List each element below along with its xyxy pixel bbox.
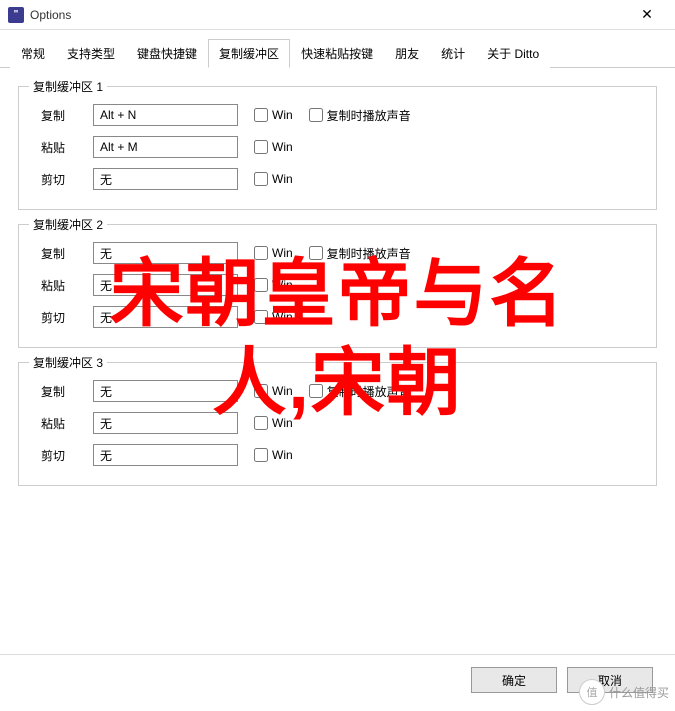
cut-win-checkbox[interactable]: Win (254, 310, 293, 324)
paste-label: 粘贴 (33, 139, 93, 156)
cut-input[interactable] (93, 306, 238, 328)
buffer-group-1: 复制缓冲区 1 复制 Win 复制时播放声音 粘贴 Win 剪切 Win (18, 86, 657, 210)
tab-shortcuts[interactable]: 键盘快捷键 (126, 39, 208, 68)
cut-win-checkbox[interactable]: Win (254, 172, 293, 186)
cut-input[interactable] (93, 444, 238, 466)
group-legend: 复制缓冲区 3 (29, 354, 107, 371)
paste-input[interactable] (93, 136, 238, 158)
tab-panel: 复制缓冲区 1 复制 Win 复制时播放声音 粘贴 Win 剪切 Win 复制缓… (0, 68, 675, 486)
group-legend: 复制缓冲区 2 (29, 216, 107, 233)
tab-about[interactable]: 关于 Ditto (476, 39, 550, 68)
tab-copy-buffer[interactable]: 复制缓冲区 (208, 39, 290, 68)
close-button[interactable]: ✕ (627, 0, 667, 30)
cut-row: 剪切 Win (33, 163, 642, 195)
copy-label: 复制 (33, 383, 93, 400)
cut-row: 剪切 Win (33, 439, 642, 471)
tab-quick-paste[interactable]: 快速粘贴按键 (290, 39, 384, 68)
copy-input[interactable] (93, 380, 238, 402)
watermark: 值 什么值得买 (579, 679, 669, 705)
cut-input[interactable] (93, 168, 238, 190)
paste-row: 粘贴 Win (33, 407, 642, 439)
close-icon: ✕ (641, 6, 653, 23)
tab-stats[interactable]: 统计 (430, 39, 476, 68)
cut-win-checkbox[interactable]: Win (254, 448, 293, 462)
paste-win-checkbox[interactable]: Win (254, 278, 293, 292)
buffer-group-3: 复制缓冲区 3 复制 Win 复制时播放声音 粘贴 Win 剪切 Win (18, 362, 657, 486)
paste-label: 粘贴 (33, 415, 93, 432)
cut-row: 剪切 Win (33, 301, 642, 333)
button-bar: 确定 取消 (0, 654, 675, 693)
watermark-badge: 值 (579, 679, 605, 705)
paste-row: 粘贴 Win (33, 131, 642, 163)
copy-win-checkbox[interactable]: Win (254, 108, 293, 122)
copy-row: 复制 Win 复制时播放声音 (33, 375, 642, 407)
tab-types[interactable]: 支持类型 (56, 39, 126, 68)
buffer-group-2: 复制缓冲区 2 复制 Win 复制时播放声音 粘贴 Win 剪切 Win (18, 224, 657, 348)
copy-sound-checkbox[interactable]: 复制时播放声音 (309, 245, 411, 262)
paste-row: 粘贴 Win (33, 269, 642, 301)
titlebar: " Options ✕ (0, 0, 675, 30)
copy-sound-checkbox[interactable]: 复制时播放声音 (309, 107, 411, 124)
window-title: Options (30, 8, 627, 22)
tab-friends[interactable]: 朋友 (384, 39, 430, 68)
tabstrip: 常规 支持类型 键盘快捷键 复制缓冲区 快速粘贴按键 朋友 统计 关于 Ditt… (0, 30, 675, 68)
copy-win-checkbox[interactable]: Win (254, 246, 293, 260)
copy-input[interactable] (93, 242, 238, 264)
cut-label: 剪切 (33, 171, 93, 188)
copy-input[interactable] (93, 104, 238, 126)
copy-label: 复制 (33, 107, 93, 124)
paste-win-checkbox[interactable]: Win (254, 140, 293, 154)
group-legend: 复制缓冲区 1 (29, 78, 107, 95)
paste-input[interactable] (93, 412, 238, 434)
copy-sound-checkbox[interactable]: 复制时播放声音 (309, 383, 411, 400)
paste-input[interactable] (93, 274, 238, 296)
copy-row: 复制 Win 复制时播放声音 (33, 237, 642, 269)
paste-label: 粘贴 (33, 277, 93, 294)
copy-label: 复制 (33, 245, 93, 262)
ok-button[interactable]: 确定 (471, 667, 557, 693)
tab-general[interactable]: 常规 (10, 39, 56, 68)
copy-win-checkbox[interactable]: Win (254, 384, 293, 398)
paste-win-checkbox[interactable]: Win (254, 416, 293, 430)
copy-row: 复制 Win 复制时播放声音 (33, 99, 642, 131)
watermark-text: 什么值得买 (609, 684, 669, 701)
cut-label: 剪切 (33, 309, 93, 326)
cut-label: 剪切 (33, 447, 93, 464)
app-icon: " (8, 7, 24, 23)
